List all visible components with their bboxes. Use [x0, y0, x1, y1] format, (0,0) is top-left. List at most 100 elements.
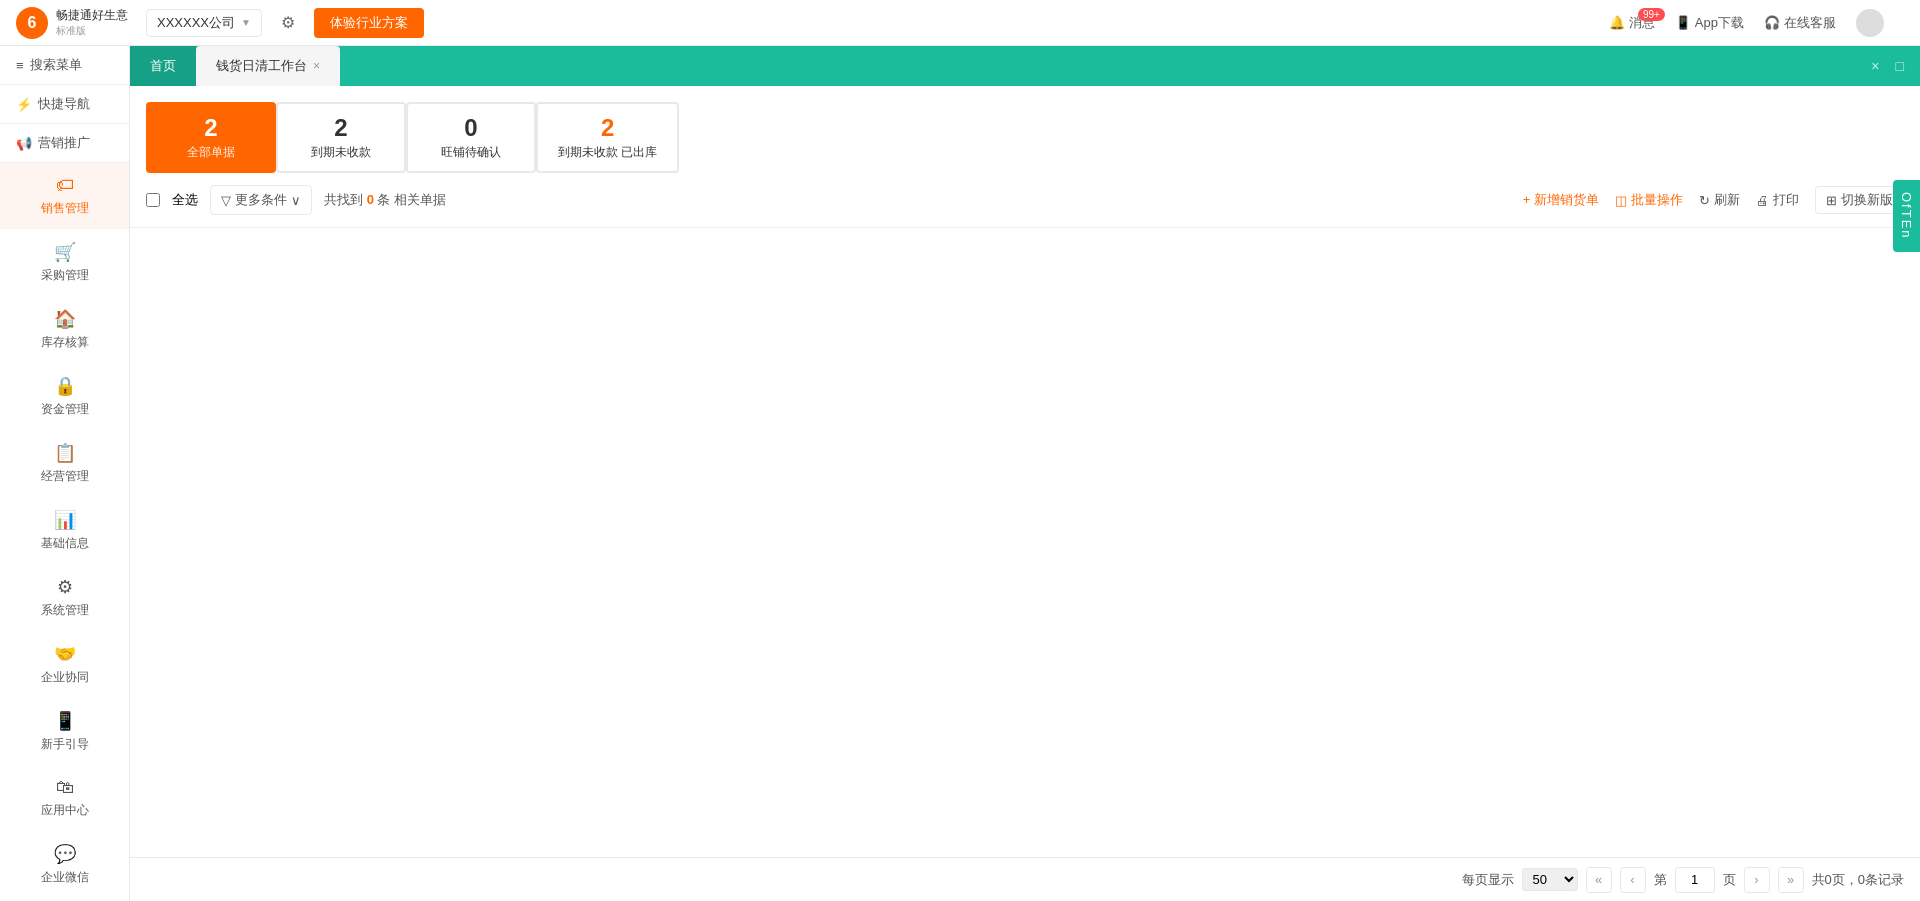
filter-arrow-icon: ∨: [291, 193, 301, 208]
stat-card-pending[interactable]: 0 旺铺待确认: [406, 102, 536, 173]
next-page-button[interactable]: ›: [1744, 867, 1770, 893]
sidebar-quick-nav[interactable]: ⚡ 快捷导航: [0, 85, 129, 124]
sidebar-item-basic[interactable]: 📊 基础信息: [0, 497, 129, 564]
download-icon: 📱: [1675, 15, 1691, 30]
filter-button[interactable]: ▽ 更多条件 ∨: [210, 185, 312, 215]
tab-workbench-label: 钱货日清工作台: [216, 57, 307, 75]
tab-expand-btns: × □: [1867, 54, 1920, 78]
stat-card-overdue[interactable]: 2 到期未收款: [276, 102, 406, 173]
sidebar-item-purchase[interactable]: 🛒 采购管理: [0, 229, 129, 296]
sidebar-item-label: 应用中心: [41, 802, 89, 819]
online-service-button[interactable]: 🎧 在线客服: [1764, 14, 1836, 32]
last-page-icon: »: [1787, 872, 1794, 887]
gear-icon: ⚙: [281, 13, 295, 32]
sidebar-item-label: 企业微信: [41, 869, 89, 886]
search-menu-label: 搜索菜单: [30, 56, 82, 74]
switch-icon: ⊞: [1826, 193, 1837, 208]
messages-button[interactable]: 🔔 消息 99+: [1609, 14, 1655, 32]
stat-card-all[interactable]: 2 全部单据: [146, 102, 276, 173]
online-service-label: 在线客服: [1784, 14, 1836, 32]
top-header: 6 畅捷通好生意 标准版 XXXXXX公司 ▼ ⚙ 体验行业方案 🔔 消息 99…: [0, 0, 1920, 46]
sidebar-item-operation[interactable]: 📋 经营管理: [0, 430, 129, 497]
refresh-button[interactable]: ↻ 刷新: [1699, 191, 1740, 209]
stat-label-all: 全部单据: [168, 144, 254, 161]
footer-pagination: 每页显示 50 10 20 100 « ‹ 第 页: [130, 857, 1920, 901]
quick-nav-label: 快捷导航: [38, 95, 90, 113]
quick-nav-icon: ⚡: [16, 97, 32, 112]
sidebar-item-label: 库存核算: [41, 334, 89, 351]
tab-workbench[interactable]: 钱货日清工作台 ×: [196, 46, 340, 86]
sidebar-item-sales[interactable]: 🏷 销售管理: [0, 163, 129, 229]
batch-label: 批量操作: [1631, 191, 1683, 209]
guide-icon: 📱: [54, 710, 76, 732]
sidebar-item-apps[interactable]: 🛍 应用中心: [0, 765, 129, 831]
company-name: XXXXXX公司: [157, 14, 235, 32]
page-size-label: 每页显示: [1462, 871, 1514, 889]
new-sales-order-button[interactable]: + 新增销货单: [1523, 191, 1599, 209]
tab-bar: 首页 钱货日清工作台 × × □: [130, 46, 1920, 86]
search-menu-icon: ≡: [16, 58, 24, 73]
sidebar-item-inventory[interactable]: 🏠 库存核算: [0, 296, 129, 363]
main-layout: ≡ 搜索菜单 ⚡ 快捷导航 📢 营销推广 🏷 销售管理 🛒 采购管理 🏠 库存核…: [0, 46, 1920, 901]
purchase-icon: 🛒: [54, 241, 76, 263]
tab-home-label: 首页: [150, 57, 176, 75]
total-records: 共0页，0条记录: [1812, 871, 1904, 889]
tab-home[interactable]: 首页: [130, 46, 196, 86]
stat-card-overdue-shipped[interactable]: 2 到期未收款 已出库: [536, 102, 679, 173]
operation-icon: 📋: [54, 442, 76, 464]
next-page-icon: ›: [1754, 872, 1758, 887]
stats-row: 2 全部单据 2 到期未收款 0 旺铺待确认 2 到期未收款 已出库: [130, 86, 1920, 173]
table-area: [130, 228, 1920, 857]
app-download-label: App下载: [1695, 14, 1744, 32]
switch-version-button[interactable]: ⊞ 切换新版: [1815, 186, 1904, 214]
page-number-input[interactable]: [1675, 867, 1715, 893]
often-tag[interactable]: OfTEn: [1893, 180, 1920, 252]
batch-operations-button[interactable]: ◫ 批量操作: [1615, 191, 1683, 209]
sidebar-item-label: 新手引导: [41, 736, 89, 753]
close-tab-icon[interactable]: ×: [313, 59, 320, 73]
batch-icon: ◫: [1615, 193, 1627, 208]
sidebar-item-guide[interactable]: 📱 新手引导: [0, 698, 129, 765]
sidebar-marketing[interactable]: 📢 营销推广: [0, 124, 129, 163]
print-icon: 🖨: [1756, 193, 1769, 208]
first-page-button[interactable]: «: [1586, 867, 1612, 893]
cooperation-icon: 🤝: [54, 643, 76, 665]
apps-icon: 🛍: [56, 777, 74, 798]
logo-text: 畅捷通好生意 标准版: [56, 8, 128, 37]
inner-content: 2 全部单据 2 到期未收款 0 旺铺待确认 2 到期未收款 已出库: [130, 86, 1920, 901]
switch-label: 切换新版: [1841, 191, 1893, 209]
sidebar-search-menu[interactable]: ≡ 搜索菜单: [0, 46, 129, 85]
refresh-label: 刷新: [1714, 191, 1740, 209]
found-count: 0: [367, 192, 374, 207]
toolbar: 全选 ▽ 更多条件 ∨ 共找到 0 条 相关单据 + 新增销货单: [130, 173, 1920, 228]
trial-button[interactable]: 体验行业方案: [314, 8, 424, 38]
last-page-button[interactable]: »: [1778, 867, 1804, 893]
print-button[interactable]: 🖨 打印: [1756, 191, 1799, 209]
sidebar-item-wechat[interactable]: 💬 企业微信: [0, 831, 129, 898]
sidebar-item-finance[interactable]: 🔒 资金管理: [0, 363, 129, 430]
expand-window-icon[interactable]: □: [1892, 54, 1908, 78]
company-selector[interactable]: XXXXXX公司 ▼: [146, 9, 262, 37]
page-size-select[interactable]: 50 10 20 100: [1522, 868, 1578, 891]
avatar[interactable]: [1856, 9, 1884, 37]
finance-icon: 🔒: [54, 375, 76, 397]
stat-count-pending: 0: [428, 114, 514, 142]
message-badge: 99+: [1638, 8, 1665, 21]
sidebar-item-label: 基础信息: [41, 535, 89, 552]
select-all-checkbox[interactable]: [146, 193, 160, 207]
close-window-icon[interactable]: ×: [1867, 54, 1883, 78]
sidebar-item-label: 采购管理: [41, 267, 89, 284]
sidebar-item-label: 系统管理: [41, 602, 89, 619]
basic-icon: 📊: [54, 509, 76, 531]
page-content: 2 全部单据 2 到期未收款 0 旺铺待确认 2 到期未收款 已出库: [130, 86, 1920, 901]
stat-count-overdue-shipped: 2: [558, 114, 657, 142]
prev-page-button[interactable]: ‹: [1620, 867, 1646, 893]
settings-button[interactable]: ⚙: [272, 7, 304, 39]
sidebar-item-cooperation[interactable]: 🤝 企业协同: [0, 631, 129, 698]
filter-label: 更多条件: [235, 191, 287, 209]
wechat-icon: 💬: [54, 843, 76, 865]
sidebar-item-label: 经营管理: [41, 468, 89, 485]
sidebar-item-system[interactable]: ⚙ 系统管理: [0, 564, 129, 631]
app-download-button[interactable]: 📱 App下载: [1675, 14, 1744, 32]
stat-label-pending: 旺铺待确认: [428, 144, 514, 161]
